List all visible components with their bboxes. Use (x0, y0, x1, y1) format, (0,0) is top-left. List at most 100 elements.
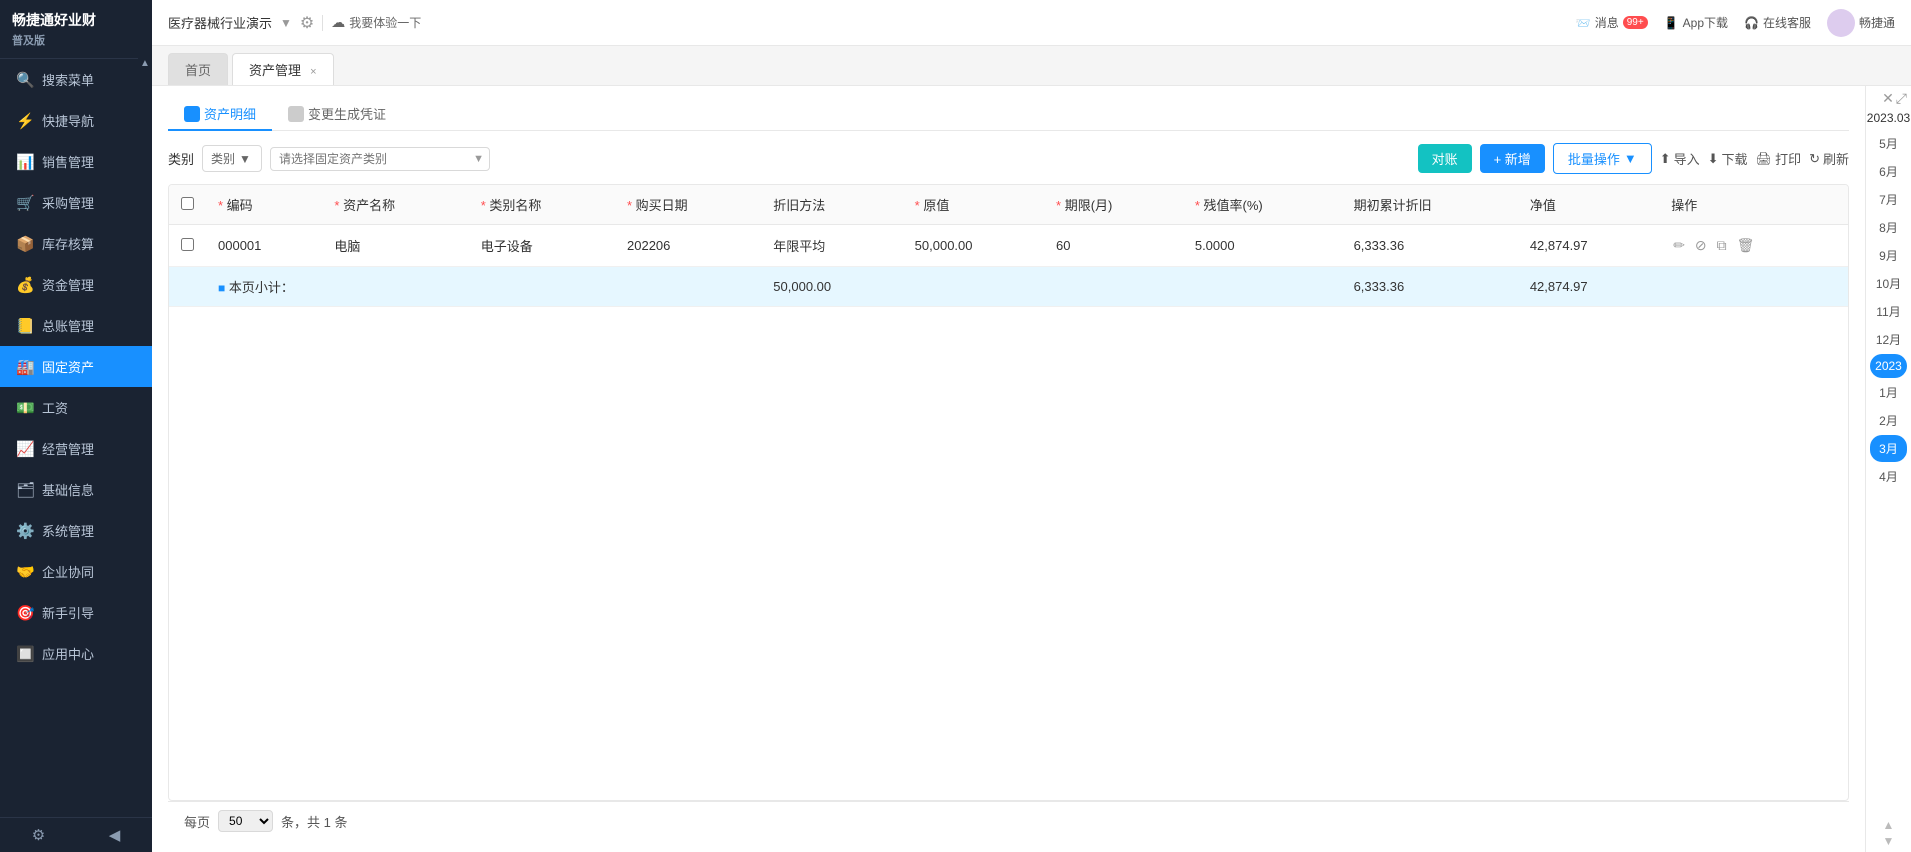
sidebar-item-payroll[interactable]: 💵工资 (0, 387, 152, 428)
collapse-icon[interactable]: ◀ (109, 826, 121, 844)
delete-button[interactable]: 🗑 (1735, 235, 1757, 256)
logo-title: 畅捷通好业财 (12, 10, 140, 30)
timeline-month-2月[interactable]: 2月 (1870, 407, 1907, 434)
sidebar-item-fixed-assets[interactable]: 🏭固定资产 (0, 346, 152, 387)
toolbar-right: 对账 + 新增 批量操作 ▼ ⬆ 导入 ⬇ 下载 🖨 (1418, 143, 1849, 174)
company-dropdown-icon[interactable]: ▼ (280, 16, 292, 30)
right-panel-controls: ✕ ⤢ (1866, 86, 1911, 107)
sidebar-label-sales: 销售管理 (42, 152, 94, 171)
user-profile-button[interactable]: 畅捷通 (1827, 9, 1895, 37)
topbar-right: 📨 消息 99+ 📱 App下载 🎧 在线客服 畅捷通 (1576, 9, 1895, 37)
download-button[interactable]: ⬇ 下载 (1708, 149, 1748, 168)
sidebar-label-guide: 新手引导 (42, 603, 94, 622)
experience-button[interactable]: ☁ 我要体验一下 (331, 14, 421, 31)
category-filter[interactable]: 类别 ▼ (202, 145, 262, 172)
sidebar-item-basic-info[interactable]: 🗂基础信息 (0, 469, 152, 510)
sidebar-item-purchase[interactable]: 🛒采购管理 (0, 182, 152, 223)
sidebar-item-search[interactable]: 🔍搜索菜单 (0, 59, 152, 100)
sidebar-label-fixed-assets: 固定资产 (42, 357, 94, 376)
subtotal-accumulated: 6,333.36 (1342, 267, 1518, 307)
right-panel-close-button[interactable]: ✕ (1882, 90, 1894, 107)
timeline-up-button[interactable]: ▲ (1883, 818, 1895, 832)
filter-label: 类别 (168, 149, 194, 168)
pagination: 每页 50 100 条，共 1 条 (168, 801, 1849, 840)
timeline-month-7月[interactable]: 7月 (1870, 186, 1907, 213)
row-checkbox[interactable] (181, 238, 194, 251)
col-操作: 操作 (1659, 185, 1848, 225)
sub-tab-icon (288, 106, 304, 122)
table-select-all[interactable] (181, 197, 194, 210)
toolbar: 类别 类别 ▼ ▼ 对账 + 新增 批量操作 ▼ (168, 143, 1849, 174)
logo-sub: 普及版 (12, 32, 140, 48)
sidebar-item-ledger[interactable]: 📒总账管理 (0, 305, 152, 346)
sub-tabs: 资产明细变更生成凭证 (168, 98, 1849, 131)
timeline-month-9月[interactable]: 9月 (1870, 242, 1907, 269)
timeline-month-10月[interactable]: 10月 (1870, 270, 1907, 297)
sidebar-label-fund: 资金管理 (42, 275, 94, 294)
timeline-month-4月[interactable]: 4月 (1870, 463, 1907, 490)
import-button[interactable]: ⬆ 导入 (1660, 149, 1700, 168)
online-service-button[interactable]: 🎧 在线客服 (1744, 14, 1811, 31)
sidebar-label-app-center: 应用中心 (42, 644, 94, 663)
row-action-2[interactable]: ⊘ (1693, 235, 1709, 256)
copy-button[interactable]: ⧉ (1715, 235, 1729, 256)
sidebar-icon-enterprise: 🤝 (16, 563, 34, 581)
sidebar-item-app-center[interactable]: 🔲应用中心 (0, 633, 152, 674)
subtotal-net-value: 42,874.97 (1518, 267, 1659, 307)
col-购买日期: * 购买日期 (615, 185, 761, 225)
filter-input-wrap: ▼ (270, 147, 490, 171)
sidebar-item-sales[interactable]: 📊 销售管理 (0, 141, 152, 182)
col-类别名称: * 类别名称 (469, 185, 615, 225)
timeline-month-12月[interactable]: 12月 (1870, 326, 1907, 353)
timeline-month-8月[interactable]: 8月 (1870, 214, 1907, 241)
sidebar-item-quick-nav[interactable]: ⚡快捷导航 (0, 100, 152, 141)
col-原值: * 原值 (903, 185, 1044, 225)
sidebar-item-system[interactable]: ⚙️系统管理 (0, 510, 152, 551)
timeline-down-button[interactable]: ▼ (1883, 834, 1895, 848)
edit-button[interactable]: ✏ (1671, 235, 1687, 256)
sub-tab-icon (184, 106, 200, 122)
sidebar-item-fund[interactable]: 💰资金管理 (0, 264, 152, 305)
sidebar-label-basic-info: 基础信息 (42, 480, 94, 499)
sidebar-item-guide[interactable]: 🎯新手引导 (0, 592, 152, 633)
sidebar-label-inventory: 库存核算 (42, 234, 94, 253)
print-button[interactable]: 🖨 打印 (1756, 149, 1802, 168)
sidebar-icon-quick-nav: ⚡ (16, 112, 34, 130)
subtotal-row: ■ 本页小计：50,000.006,333.3642,874.97 (169, 267, 1848, 307)
sidebar-collapse-btn[interactable]: ▲ (138, 55, 152, 71)
col-编码: * 编码 (206, 185, 322, 225)
sidebar-item-operations[interactable]: 📈经营管理 (0, 428, 152, 469)
per-page-select[interactable]: 50 100 (218, 810, 273, 832)
duizhang-button[interactable]: 对账 (1418, 144, 1472, 173)
tab-资产管理[interactable]: 资产管理 × (232, 53, 334, 85)
sub-tab-变更生成凭证[interactable]: 变更生成凭证 (272, 98, 402, 131)
asset-category-input[interactable] (270, 147, 490, 171)
timeline-section: 5月6月7月8月9月10月11月12月20231月2月3月4月 (1866, 129, 1911, 814)
timeline-month-11月[interactable]: 11月 (1870, 298, 1907, 325)
timeline-year-2023[interactable]: 2023 (1870, 354, 1907, 378)
settings-icon[interactable]: ⚙ (32, 826, 45, 844)
refresh-button[interactable]: ↻ 刷新 (1809, 149, 1849, 168)
sidebar-item-enterprise[interactable]: 🤝企业协同 (0, 551, 152, 592)
timeline-month-1月[interactable]: 1月 (1870, 379, 1907, 406)
batch-button[interactable]: 批量操作 ▼ (1553, 143, 1652, 174)
timeline-month-5月[interactable]: 5月 (1870, 130, 1907, 157)
per-page-label: 每页 (184, 812, 210, 831)
headset-icon: 🎧 (1744, 16, 1759, 30)
sidebar-nav: 🔍搜索菜单⚡快捷导航 📊 销售管理 🛒采购管理📦库存核算💰资金管理📒总账管理🏭固定资产… (0, 59, 152, 817)
settings-gear-icon[interactable]: ⚙ (300, 13, 314, 33)
sidebar-icon-sales: 📊 (16, 153, 34, 171)
right-panel-expand-button[interactable]: ⤢ (1896, 90, 1907, 107)
timeline-month-6月[interactable]: 6月 (1870, 158, 1907, 185)
tab-close-资产管理[interactable]: × (307, 66, 316, 78)
timeline-month-3月[interactable]: 3月 (1870, 435, 1907, 462)
notification-button[interactable]: 📨 消息 99+ (1576, 14, 1648, 31)
tab-首页[interactable]: 首页 (168, 53, 228, 85)
asset-table-wrap: * 编码* 资产名称* 类别名称* 购买日期折旧方法* 原值* 期限(月)* 残… (168, 184, 1849, 801)
sub-tab-资产明细[interactable]: 资产明细 (168, 98, 272, 131)
app-download-button[interactable]: 📱 App下载 (1664, 14, 1728, 31)
new-button[interactable]: + 新增 (1480, 144, 1545, 173)
topbar: 医疗器械行业演示 ▼ ⚙ ☁ 我要体验一下 📨 消息 99+ 📱 App下载 🎧… (152, 0, 1911, 46)
sidebar-icon-operations: 📈 (16, 440, 34, 458)
sidebar-item-inventory[interactable]: 📦库存核算 (0, 223, 152, 264)
